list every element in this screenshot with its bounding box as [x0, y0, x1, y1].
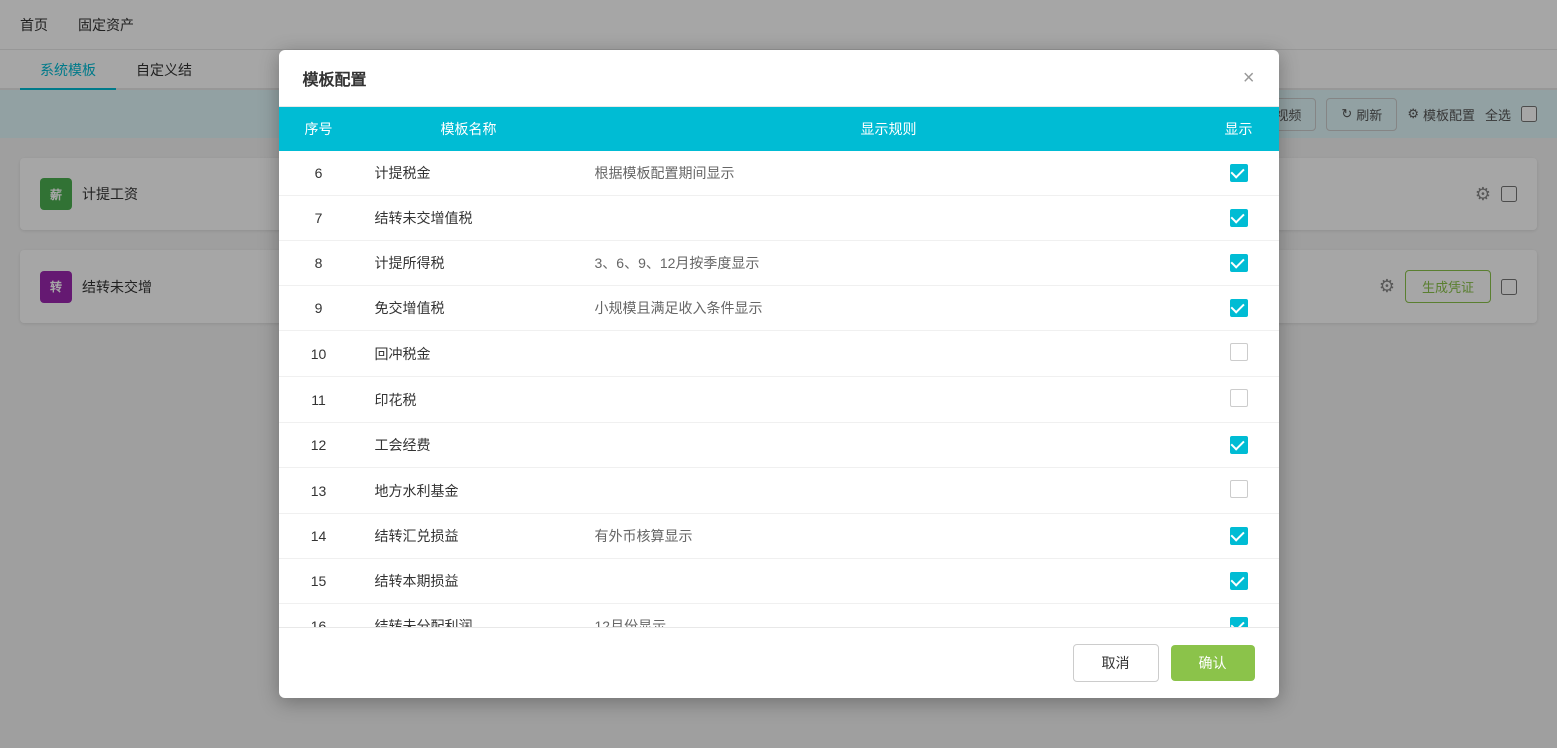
modal-template-config: 模板配置 × 序号 模板名称 显示规则 显示	[279, 50, 1279, 698]
cell-show-3[interactable]	[1199, 286, 1279, 331]
cell-rule-5	[579, 377, 1199, 423]
cell-num-7: 13	[279, 468, 359, 514]
table-row: 6计提税金根据模板配置期间显示	[279, 151, 1279, 196]
cell-name-5: 印花税	[359, 377, 579, 423]
th-rule: 显示规则	[579, 107, 1199, 151]
cell-name-8: 结转汇兑损益	[359, 514, 579, 559]
checkbox-checked-10[interactable]	[1230, 617, 1248, 627]
cell-rule-7	[579, 468, 1199, 514]
cell-name-6: 工会经费	[359, 423, 579, 468]
cell-num-0: 6	[279, 151, 359, 196]
table-body: 6计提税金根据模板配置期间显示7结转未交增值税8计提所得税3、6、9、12月按季…	[279, 151, 1279, 627]
cell-name-10: 结转未分配利润	[359, 604, 579, 628]
cell-name-3: 免交增值税	[359, 286, 579, 331]
cell-num-4: 10	[279, 331, 359, 377]
checkbox-checked-0[interactable]	[1230, 164, 1248, 182]
cell-show-6[interactable]	[1199, 423, 1279, 468]
cell-rule-8: 有外币核算显示	[579, 514, 1199, 559]
checkbox-unchecked-7[interactable]	[1230, 480, 1248, 498]
checkbox-checked-3[interactable]	[1230, 299, 1248, 317]
cell-num-3: 9	[279, 286, 359, 331]
modal-overlay: 模板配置 × 序号 模板名称 显示规则 显示	[0, 0, 1557, 748]
cell-show-10[interactable]	[1199, 604, 1279, 628]
cancel-button[interactable]: 取消	[1073, 644, 1159, 682]
table-scroll[interactable]: 序号 模板名称 显示规则 显示 6计提税金根据模板配置期间显示7结转未交增值税8…	[279, 107, 1279, 627]
checkbox-checked-2[interactable]	[1230, 254, 1248, 272]
cell-name-1: 结转未交增值税	[359, 196, 579, 241]
cell-rule-9	[579, 559, 1199, 604]
checkbox-checked-9[interactable]	[1230, 572, 1248, 590]
checkbox-unchecked-4[interactable]	[1230, 343, 1248, 361]
cell-num-6: 12	[279, 423, 359, 468]
checkbox-checked-8[interactable]	[1230, 527, 1248, 545]
table-row: 7结转未交增值税	[279, 196, 1279, 241]
cell-rule-10: 12月份显示	[579, 604, 1199, 628]
cell-name-2: 计提所得税	[359, 241, 579, 286]
cell-rule-0: 根据模板配置期间显示	[579, 151, 1199, 196]
cell-rule-3: 小规模且满足收入条件显示	[579, 286, 1199, 331]
checkbox-checked-6[interactable]	[1230, 436, 1248, 454]
checkbox-checked-1[interactable]	[1230, 209, 1248, 227]
cell-num-10: 16	[279, 604, 359, 628]
cell-num-5: 11	[279, 377, 359, 423]
th-show: 显示	[1199, 107, 1279, 151]
modal-body: 序号 模板名称 显示规则 显示 6计提税金根据模板配置期间显示7结转未交增值税8…	[279, 107, 1279, 627]
cell-show-9[interactable]	[1199, 559, 1279, 604]
config-table: 序号 模板名称 显示规则 显示 6计提税金根据模板配置期间显示7结转未交增值税8…	[279, 107, 1279, 627]
cell-rule-6	[579, 423, 1199, 468]
modal-title: 模板配置	[303, 66, 367, 90]
table-row: 11印花税	[279, 377, 1279, 423]
cell-num-1: 7	[279, 196, 359, 241]
cell-show-5[interactable]	[1199, 377, 1279, 423]
table-row: 13地方水利基金	[279, 468, 1279, 514]
modal-footer: 取消 确认	[279, 627, 1279, 698]
cell-show-7[interactable]	[1199, 468, 1279, 514]
cell-show-8[interactable]	[1199, 514, 1279, 559]
modal-header: 模板配置 ×	[279, 50, 1279, 107]
cell-rule-2: 3、6、9、12月按季度显示	[579, 241, 1199, 286]
table-header: 序号 模板名称 显示规则 显示	[279, 107, 1279, 151]
cell-rule-4	[579, 331, 1199, 377]
cell-show-1[interactable]	[1199, 196, 1279, 241]
cell-name-7: 地方水利基金	[359, 468, 579, 514]
cell-rule-1	[579, 196, 1199, 241]
cell-num-2: 8	[279, 241, 359, 286]
cell-name-9: 结转本期损益	[359, 559, 579, 604]
background-page: 首页 固定资产 系统模板 自定义结 测算金额 ▶ 视频 ↻ 刷新 ⚙ 模板配置 …	[0, 0, 1557, 748]
table-row: 12工会经费	[279, 423, 1279, 468]
cell-show-2[interactable]	[1199, 241, 1279, 286]
th-name: 模板名称	[359, 107, 579, 151]
checkbox-unchecked-5[interactable]	[1230, 389, 1248, 407]
table-row: 15结转本期损益	[279, 559, 1279, 604]
table-row: 8计提所得税3、6、9、12月按季度显示	[279, 241, 1279, 286]
table-row: 10回冲税金	[279, 331, 1279, 377]
modal-close-button[interactable]: ×	[1243, 68, 1255, 88]
table-row: 14结转汇兑损益有外币核算显示	[279, 514, 1279, 559]
cell-name-0: 计提税金	[359, 151, 579, 196]
table-row: 16结转未分配利润12月份显示	[279, 604, 1279, 628]
table-row: 9免交增值税小规模且满足收入条件显示	[279, 286, 1279, 331]
cell-name-4: 回冲税金	[359, 331, 579, 377]
confirm-button[interactable]: 确认	[1171, 645, 1255, 681]
cell-num-9: 15	[279, 559, 359, 604]
cell-show-0[interactable]	[1199, 151, 1279, 196]
cell-num-8: 14	[279, 514, 359, 559]
th-num: 序号	[279, 107, 359, 151]
cell-show-4[interactable]	[1199, 331, 1279, 377]
